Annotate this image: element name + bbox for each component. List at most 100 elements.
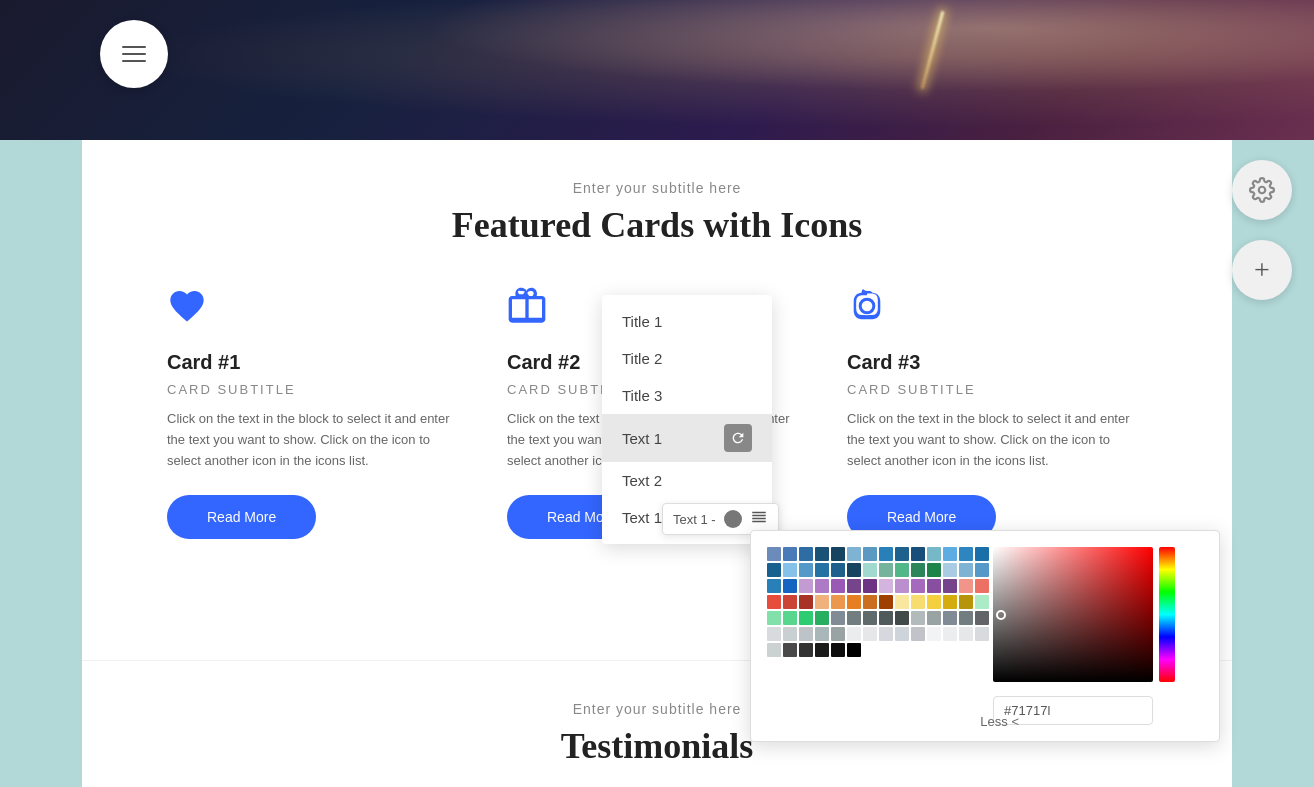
color-swatch[interactable]: [847, 579, 861, 593]
color-swatch[interactable]: [847, 547, 861, 561]
color-swatch[interactable]: [783, 595, 797, 609]
menu-button[interactable]: [100, 20, 168, 88]
color-swatch[interactable]: [831, 627, 845, 641]
color-swatch[interactable]: [943, 579, 957, 593]
color-swatch[interactable]: [847, 563, 861, 577]
color-swatch[interactable]: [911, 563, 925, 577]
color-swatch[interactable]: [975, 579, 989, 593]
color-swatch[interactable]: [767, 563, 781, 577]
color-swatch[interactable]: [767, 595, 781, 609]
color-swatch[interactable]: [895, 563, 909, 577]
color-swatch[interactable]: [959, 547, 973, 561]
color-swatch[interactable]: [767, 611, 781, 625]
color-swatch[interactable]: [863, 579, 877, 593]
color-swatch[interactable]: [927, 611, 941, 625]
color-swatch[interactable]: [799, 547, 813, 561]
color-swatch[interactable]: [959, 563, 973, 577]
color-swatch[interactable]: [927, 547, 941, 561]
color-swatch[interactable]: [847, 627, 861, 641]
color-swatch[interactable]: [943, 563, 957, 577]
color-swatch[interactable]: [911, 547, 925, 561]
color-swatch[interactable]: [927, 579, 941, 593]
color-swatch[interactable]: [815, 579, 829, 593]
color-swatch[interactable]: [863, 595, 877, 609]
color-swatch[interactable]: [783, 643, 797, 657]
color-swatch[interactable]: [879, 563, 893, 577]
color-swatch[interactable]: [831, 579, 845, 593]
less-button[interactable]: Less <: [980, 714, 1019, 729]
color-swatch[interactable]: [863, 547, 877, 561]
color-swatch[interactable]: [815, 563, 829, 577]
color-swatch[interactable]: [847, 643, 861, 657]
color-swatch[interactable]: [799, 563, 813, 577]
color-swatch[interactable]: [863, 627, 877, 641]
color-swatch[interactable]: [831, 643, 845, 657]
color-swatch[interactable]: [783, 579, 797, 593]
color-swatch[interactable]: [895, 547, 909, 561]
color-swatch[interactable]: [799, 595, 813, 609]
gradient-picker[interactable]: [993, 547, 1153, 682]
color-swatch[interactable]: [783, 563, 797, 577]
dropdown-item-title1[interactable]: Title 1: [602, 303, 772, 340]
color-swatch[interactable]: [879, 595, 893, 609]
color-swatch[interactable]: [799, 579, 813, 593]
color-swatch[interactable]: [783, 611, 797, 625]
color-swatch[interactable]: [767, 627, 781, 641]
color-swatch[interactable]: [815, 643, 829, 657]
color-swatch[interactable]: [815, 547, 829, 561]
color-swatch[interactable]: [911, 595, 925, 609]
color-swatch[interactable]: [927, 563, 941, 577]
color-swatch[interactable]: [927, 627, 941, 641]
color-swatch[interactable]: [863, 611, 877, 625]
hue-slider[interactable]: [1159, 547, 1175, 682]
color-swatch[interactable]: [815, 611, 829, 625]
color-swatch[interactable]: [943, 595, 957, 609]
card-1-read-more-button[interactable]: Read More: [167, 495, 316, 539]
color-swatch[interactable]: [831, 547, 845, 561]
color-swatch[interactable]: [975, 547, 989, 561]
color-swatch[interactable]: [943, 547, 957, 561]
color-swatch[interactable]: [831, 595, 845, 609]
color-swatch[interactable]: [767, 579, 781, 593]
color-swatch[interactable]: [927, 595, 941, 609]
color-swatch[interactable]: [895, 627, 909, 641]
color-swatch[interactable]: [799, 627, 813, 641]
color-swatch[interactable]: [879, 547, 893, 561]
gradient-handle[interactable]: [996, 610, 1006, 620]
color-swatch[interactable]: [943, 611, 957, 625]
color-swatch[interactable]: [863, 563, 877, 577]
color-swatch[interactable]: [879, 627, 893, 641]
color-swatch[interactable]: [783, 627, 797, 641]
color-swatch[interactable]: [959, 595, 973, 609]
fab-add-button[interactable]: +: [1232, 240, 1292, 300]
color-swatch[interactable]: [911, 579, 925, 593]
text-align-icon[interactable]: [750, 508, 768, 530]
dropdown-item-text2[interactable]: Text 2: [602, 462, 772, 499]
color-swatch[interactable]: [943, 627, 957, 641]
color-swatch[interactable]: [959, 627, 973, 641]
color-swatch[interactable]: [959, 611, 973, 625]
color-swatch[interactable]: [911, 611, 925, 625]
color-swatch[interactable]: [959, 579, 973, 593]
color-swatch[interactable]: [879, 611, 893, 625]
color-swatch[interactable]: [911, 627, 925, 641]
color-swatch[interactable]: [895, 611, 909, 625]
dropdown-item-title3[interactable]: Title 3: [602, 377, 772, 414]
color-swatch[interactable]: [847, 611, 861, 625]
color-swatch[interactable]: [831, 611, 845, 625]
color-swatch[interactable]: [895, 595, 909, 609]
color-picker-circle[interactable]: [724, 510, 742, 528]
color-swatch[interactable]: [799, 643, 813, 657]
color-swatch[interactable]: [815, 627, 829, 641]
color-swatch[interactable]: [847, 595, 861, 609]
fab-gear-button[interactable]: [1232, 160, 1292, 220]
refresh-icon[interactable]: [724, 424, 752, 452]
color-swatch[interactable]: [975, 595, 989, 609]
color-swatch[interactable]: [831, 563, 845, 577]
color-swatch[interactable]: [815, 595, 829, 609]
color-swatch[interactable]: [767, 643, 781, 657]
color-swatch[interactable]: [895, 579, 909, 593]
color-swatch[interactable]: [975, 627, 989, 641]
dropdown-item-text1[interactable]: Text 1: [602, 414, 772, 462]
color-swatch[interactable]: [767, 547, 781, 561]
